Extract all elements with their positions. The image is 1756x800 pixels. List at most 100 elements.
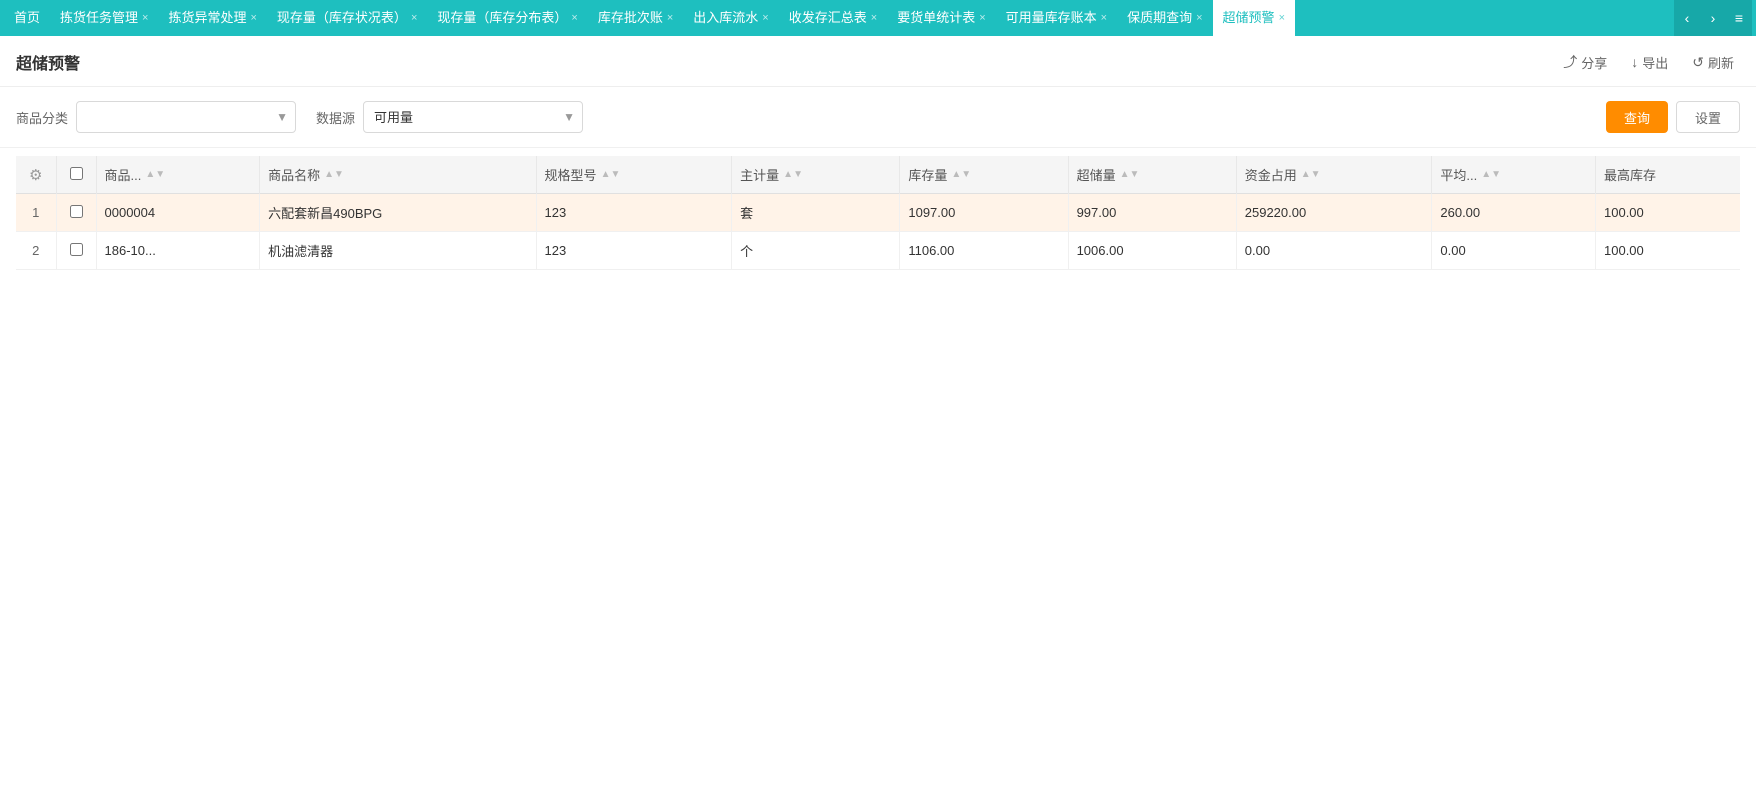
gear-settings-button[interactable]: ⚙ xyxy=(29,166,42,184)
close-exception-tab[interactable]: × xyxy=(250,0,256,36)
row-spec: 123 xyxy=(536,194,732,232)
col-spec[interactable]: 规格型号 ▲▼ xyxy=(536,156,732,194)
nav-item-batch[interactable]: 库存批次账 × xyxy=(588,0,683,36)
row-product-code: 186-10... xyxy=(96,232,260,270)
row-checkbox-1[interactable] xyxy=(70,243,83,256)
row-stock: 1106.00 xyxy=(900,232,1068,270)
row-num: 1 xyxy=(16,194,56,232)
row-unit: 个 xyxy=(732,232,900,270)
header-actions: ⤴ 分享 ↓ 导出 ↺ 刷新 xyxy=(1557,48,1740,76)
category-select-wrapper: ▼ xyxy=(76,101,296,133)
sort-product-code-icon: ▲▼ xyxy=(145,170,165,180)
export-button[interactable]: ↓ 导出 xyxy=(1625,49,1674,76)
col-max-stock[interactable]: 最高库存 xyxy=(1596,156,1741,194)
nav-left-arrow[interactable]: ‹ xyxy=(1674,0,1700,36)
top-nav: 首页 拣货任务管理 × 拣货异常处理 × 现存量（库存状况表） × 现存量（库存… xyxy=(0,0,1756,36)
close-stock-status-tab[interactable]: × xyxy=(411,0,417,36)
filter-actions: 查询 设置 xyxy=(1606,101,1740,133)
close-expiry-tab[interactable]: × xyxy=(1196,0,1202,36)
row-num: 2 xyxy=(16,232,56,270)
close-stock-dist-tab[interactable]: × xyxy=(571,0,577,36)
row-overstock: 1006.00 xyxy=(1068,232,1236,270)
category-filter-group: 商品分类 ▼ xyxy=(16,101,296,133)
export-icon: ↓ xyxy=(1631,54,1638,70)
nav-item-overstock[interactable]: 超储预警 × xyxy=(1213,0,1295,36)
close-task-tab[interactable]: × xyxy=(142,0,148,36)
col-unit[interactable]: 主计量 ▲▼ xyxy=(732,156,900,194)
checkbox-header xyxy=(56,156,96,194)
table-header-row: ⚙ 商品... ▲▼ 商品名称 ▲▼ xyxy=(16,156,1740,194)
row-overstock: 997.00 xyxy=(1068,194,1236,232)
row-capital: 0.00 xyxy=(1236,232,1432,270)
col-product-name[interactable]: 商品名称 ▲▼ xyxy=(260,156,536,194)
select-all-checkbox[interactable] xyxy=(70,167,83,180)
share-icon: ⤴ xyxy=(1563,52,1577,72)
col-capital[interactable]: 资金占用 ▲▼ xyxy=(1236,156,1432,194)
filter-area: 商品分类 ▼ 数据源 可用量 ▼ 查询 设置 xyxy=(0,87,1756,148)
overstock-table: ⚙ 商品... ▲▼ 商品名称 ▲▼ xyxy=(16,156,1740,270)
refresh-icon: ↺ xyxy=(1692,54,1704,71)
close-available-tab[interactable]: × xyxy=(1101,0,1107,36)
share-button[interactable]: ⤴ 分享 xyxy=(1557,48,1613,76)
category-select[interactable] xyxy=(76,101,296,133)
nav-arrows: ‹ › ≡ xyxy=(1674,0,1752,36)
close-overstock-tab[interactable]: × xyxy=(1279,0,1285,36)
query-button[interactable]: 查询 xyxy=(1606,101,1668,133)
nav-item-exception[interactable]: 拣货异常处理 × xyxy=(158,0,266,36)
close-batch-tab[interactable]: × xyxy=(667,0,673,36)
sort-product-name-icon: ▲▼ xyxy=(324,170,344,180)
sort-stock-icon: ▲▼ xyxy=(951,170,971,180)
row-unit: 套 xyxy=(732,194,900,232)
col-product-code[interactable]: 商品... ▲▼ xyxy=(96,156,260,194)
nav-right-arrow[interactable]: › xyxy=(1700,0,1726,36)
nav-item-inout[interactable]: 出入库流水 × xyxy=(683,0,778,36)
col-avg[interactable]: 平均... ▲▼ xyxy=(1432,156,1596,194)
sort-avg-icon: ▲▼ xyxy=(1481,170,1501,180)
col-stock[interactable]: 库存量 ▲▼ xyxy=(900,156,1068,194)
sort-capital-icon: ▲▼ xyxy=(1301,170,1321,180)
nav-item-summary[interactable]: 收发存汇总表 × xyxy=(779,0,887,36)
row-checkbox-0[interactable] xyxy=(70,205,83,218)
refresh-button[interactable]: ↺ 刷新 xyxy=(1686,49,1740,76)
page-title: 超储预警 xyxy=(16,50,80,74)
row-product-code: 0000004 xyxy=(96,194,260,232)
datasource-select[interactable]: 可用量 xyxy=(363,101,583,133)
nav-item-available[interactable]: 可用量库存账本 × xyxy=(996,0,1117,36)
page-header: 超储预警 ⤴ 分享 ↓ 导出 ↺ 刷新 xyxy=(0,36,1756,87)
table-container: ⚙ 商品... ▲▼ 商品名称 ▲▼ xyxy=(0,156,1756,270)
nav-item-task[interactable]: 拣货任务管理 × xyxy=(50,0,158,36)
nav-menu-arrow[interactable]: ≡ xyxy=(1726,0,1752,36)
row-product-name: 机油滤清器 xyxy=(260,232,536,270)
close-order-stat-tab[interactable]: × xyxy=(979,0,985,36)
row-avg: 260.00 xyxy=(1432,194,1596,232)
nav-item-order-stat[interactable]: 要货单统计表 × xyxy=(887,0,995,36)
row-avg: 0.00 xyxy=(1432,232,1596,270)
row-checkbox-cell xyxy=(56,194,96,232)
gear-header: ⚙ xyxy=(16,156,56,194)
nav-item-stock-status[interactable]: 现存量（库存状况表） × xyxy=(267,0,427,36)
row-max-stock: 100.00 xyxy=(1596,232,1741,270)
sort-overstock-icon: ▲▼ xyxy=(1120,170,1140,180)
nav-item-expiry[interactable]: 保质期查询 × xyxy=(1117,0,1212,36)
close-summary-tab[interactable]: × xyxy=(871,0,877,36)
row-checkbox-cell xyxy=(56,232,96,270)
datasource-select-wrapper: 可用量 ▼ xyxy=(363,101,583,133)
row-stock: 1097.00 xyxy=(900,194,1068,232)
nav-item-stock-dist[interactable]: 现存量（库存分布表） × xyxy=(427,0,587,36)
datasource-label: 数据源 xyxy=(316,108,355,127)
col-overstock[interactable]: 超储量 ▲▼ xyxy=(1068,156,1236,194)
page-container: 超储预警 ⤴ 分享 ↓ 导出 ↺ 刷新 商品分类 ▼ xyxy=(0,36,1756,800)
table-row: 2 186-10... 机油滤清器 123 个 1106.00 1006.00 … xyxy=(16,232,1740,270)
row-product-name: 六配套新昌490BPG xyxy=(260,194,536,232)
row-capital: 259220.00 xyxy=(1236,194,1432,232)
sort-spec-icon: ▲▼ xyxy=(601,170,621,180)
close-inout-tab[interactable]: × xyxy=(762,0,768,36)
settings-button[interactable]: 设置 xyxy=(1676,101,1740,133)
sort-unit-icon: ▲▼ xyxy=(783,170,803,180)
nav-item-home[interactable]: 首页 xyxy=(4,0,50,36)
category-label: 商品分类 xyxy=(16,108,68,127)
table-row: 1 0000004 六配套新昌490BPG 123 套 1097.00 997.… xyxy=(16,194,1740,232)
row-spec: 123 xyxy=(536,232,732,270)
row-max-stock: 100.00 xyxy=(1596,194,1741,232)
datasource-filter-group: 数据源 可用量 ▼ xyxy=(316,101,583,133)
